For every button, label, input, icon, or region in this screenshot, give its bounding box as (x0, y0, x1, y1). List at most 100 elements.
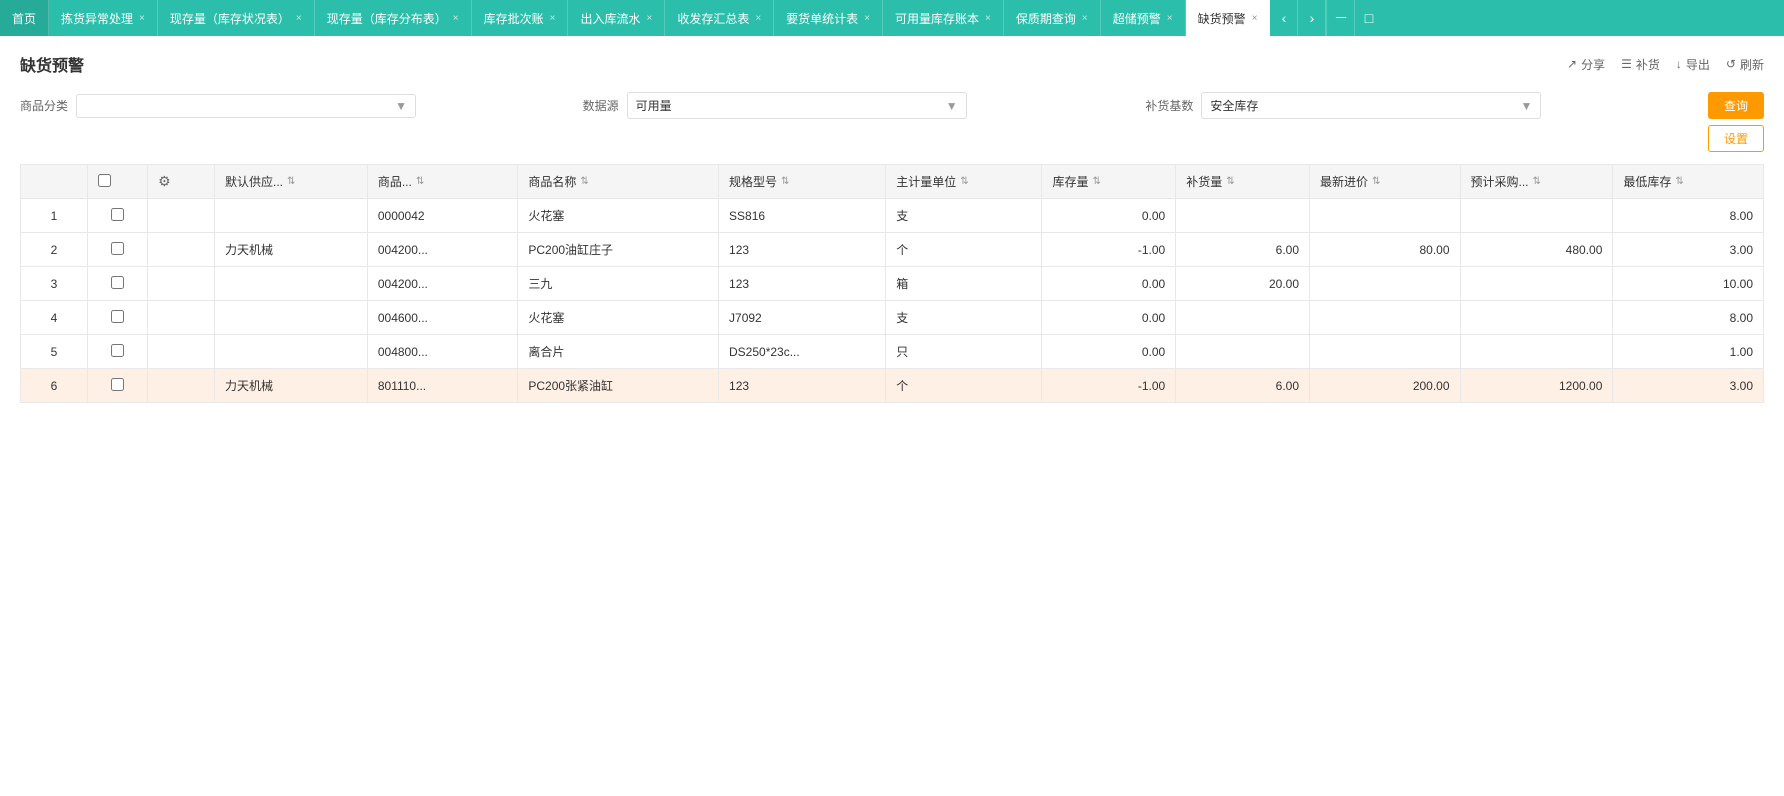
row-checkbox-5[interactable] (111, 378, 124, 391)
row-checkbox-3[interactable] (111, 310, 124, 323)
cell-replenish-4 (1176, 335, 1310, 369)
tab-nav-next[interactable]: › (1298, 0, 1326, 36)
query-button[interactable]: 查询 (1708, 92, 1764, 119)
cell-purchase-5: 1200.00 (1460, 369, 1613, 403)
tab-expiry-close[interactable]: × (1082, 13, 1088, 24)
cell-stock-5: -1.00 (1042, 369, 1176, 403)
th-replenish-sort[interactable]: 补货量 ⇅ (1186, 173, 1299, 190)
tab-home[interactable]: 首页 (0, 0, 49, 36)
cell-stock-3: 0.00 (1042, 301, 1176, 335)
tab-shortage[interactable]: 缺货预警 × (1186, 0, 1271, 36)
tab-expiry[interactable]: 保质期查询 × (1004, 0, 1101, 36)
cell-index-0: 1 (21, 199, 88, 233)
th-min-stock-sort[interactable]: 最低库存 ⇅ (1623, 173, 1753, 190)
cell-purchase-1: 480.00 (1460, 233, 1613, 267)
category-filter-group: 商品分类 ▼ (20, 94, 563, 118)
share-button[interactable]: ↗ 分享 (1567, 56, 1605, 73)
tab-maximize-btn[interactable]: □ (1354, 0, 1382, 36)
th-min-stock-label: 最低库存 (1623, 173, 1671, 190)
cell-checkbox-2 (87, 267, 147, 301)
datasource-select-value: 可用量 (636, 97, 672, 114)
tab-inventory-dist-label: 现存量（库存分布表） (327, 10, 447, 27)
cell-name-0: 火花塞 (518, 199, 719, 233)
datasource-select[interactable]: 可用量 ▼ (627, 92, 967, 119)
category-select[interactable]: ▼ (76, 94, 416, 118)
cell-code-4: 004800... (367, 335, 518, 369)
tab-overstock-close[interactable]: × (1167, 13, 1173, 24)
tab-inventory-dist[interactable]: 现存量（库存分布表） × (315, 0, 472, 36)
tab-nav-prev[interactable]: ‹ (1270, 0, 1298, 36)
cell-supplier-5: 力天机械 (214, 369, 367, 403)
cell-index-4: 5 (21, 335, 88, 369)
cell-spec-5: 123 (719, 369, 886, 403)
tab-overstock[interactable]: 超储预警 × (1101, 0, 1186, 36)
th-purchase-sort[interactable]: 预计采购... ⇅ (1471, 173, 1603, 190)
filter-actions: 查询 设置 (1708, 92, 1764, 152)
th-name-sort[interactable]: 商品名称 ⇅ (528, 173, 708, 190)
tab-summary[interactable]: 收发存汇总表 × (665, 0, 774, 36)
tab-inventory-status-close[interactable]: × (296, 13, 302, 24)
cell-min-stock-5: 3.00 (1613, 369, 1764, 403)
th-stock-sort[interactable]: 库存量 ⇅ (1052, 173, 1165, 190)
row-checkbox-4[interactable] (111, 344, 124, 357)
tab-shortage-close[interactable]: × (1252, 13, 1258, 24)
tab-flow[interactable]: 出入库流水 × (568, 0, 665, 36)
cell-replenish-2: 20.00 (1176, 267, 1310, 301)
replenish-button[interactable]: ☰ 补货 (1621, 56, 1660, 73)
table-header-row: ⚙ 默认供应... ⇅ 商品... ⇅ 商品名称 (21, 165, 1764, 199)
tab-inventory-dist-close[interactable]: × (453, 13, 459, 24)
settings-button[interactable]: 设置 (1708, 125, 1764, 152)
th-price-sort[interactable]: 最新进价 ⇅ (1320, 173, 1450, 190)
row-checkbox-1[interactable] (111, 242, 124, 255)
cell-min-stock-4: 1.00 (1613, 335, 1764, 369)
th-spec-label: 规格型号 (729, 173, 777, 190)
cell-checkbox-5 (87, 369, 147, 403)
cell-unit-4: 只 (886, 335, 1042, 369)
cell-code-2: 004200... (367, 267, 518, 301)
share-icon: ↗ (1567, 57, 1577, 71)
cell-purchase-3 (1460, 301, 1613, 335)
tab-requisition[interactable]: 要货单统计表 × (774, 0, 883, 36)
row-checkbox-2[interactable] (111, 276, 124, 289)
tab-summary-close[interactable]: × (755, 13, 761, 24)
cell-settings-2 (148, 267, 215, 301)
th-unit-sort[interactable]: 主计量单位 ⇅ (896, 173, 1031, 190)
export-button[interactable]: ↓ 导出 (1676, 56, 1710, 73)
tab-picking[interactable]: 拣货异常处理 × (49, 0, 158, 36)
tab-flow-close[interactable]: × (646, 13, 652, 24)
row-checkbox-0[interactable] (111, 208, 124, 221)
replenish-select-value: 安全库存 (1210, 97, 1258, 114)
th-settings: ⚙ (148, 165, 215, 199)
tab-available[interactable]: 可用量库存账本 × (883, 0, 1004, 36)
th-spec-sort[interactable]: 规格型号 ⇅ (729, 173, 875, 190)
datasource-filter-group: 数据源 可用量 ▼ (583, 92, 1126, 119)
cell-code-5: 801110... (367, 369, 518, 403)
cell-min-stock-3: 8.00 (1613, 301, 1764, 335)
th-supplier: 默认供应... ⇅ (214, 165, 367, 199)
th-supplier-label: 默认供应... (225, 173, 283, 190)
cell-settings-0 (148, 199, 215, 233)
th-supplier-sort[interactable]: 默认供应... ⇅ (225, 173, 357, 190)
tab-shortage-label: 缺货预警 (1198, 10, 1246, 27)
refresh-button[interactable]: ↺ 刷新 (1726, 56, 1764, 73)
replenish-select[interactable]: 安全库存 ▼ (1201, 92, 1541, 119)
th-code-sort[interactable]: 商品... ⇅ (378, 173, 508, 190)
cell-min-stock-1: 3.00 (1613, 233, 1764, 267)
table-settings-icon[interactable]: ⚙ (158, 173, 171, 190)
cell-min-stock-2: 10.00 (1613, 267, 1764, 301)
th-name-label: 商品名称 (528, 173, 576, 190)
tab-available-close[interactable]: × (985, 13, 991, 24)
tab-batch-ledger-label: 库存批次账 (484, 10, 544, 27)
tab-inventory-status-label: 现存量（库存状况表） (170, 10, 290, 27)
tab-batch-ledger-close[interactable]: × (550, 13, 556, 24)
tab-minimize-btn[interactable]: － (1326, 0, 1354, 36)
cell-supplier-0 (214, 199, 367, 233)
cell-spec-1: 123 (719, 233, 886, 267)
select-all-checkbox[interactable] (98, 174, 111, 187)
tab-inventory-status[interactable]: 现存量（库存状况表） × (158, 0, 315, 36)
cell-supplier-1: 力天机械 (214, 233, 367, 267)
tab-batch-ledger[interactable]: 库存批次账 × (472, 0, 569, 36)
tab-requisition-close[interactable]: × (864, 13, 870, 24)
tab-picking-close[interactable]: × (139, 13, 145, 24)
th-unit-sort-icon: ⇅ (960, 176, 968, 187)
